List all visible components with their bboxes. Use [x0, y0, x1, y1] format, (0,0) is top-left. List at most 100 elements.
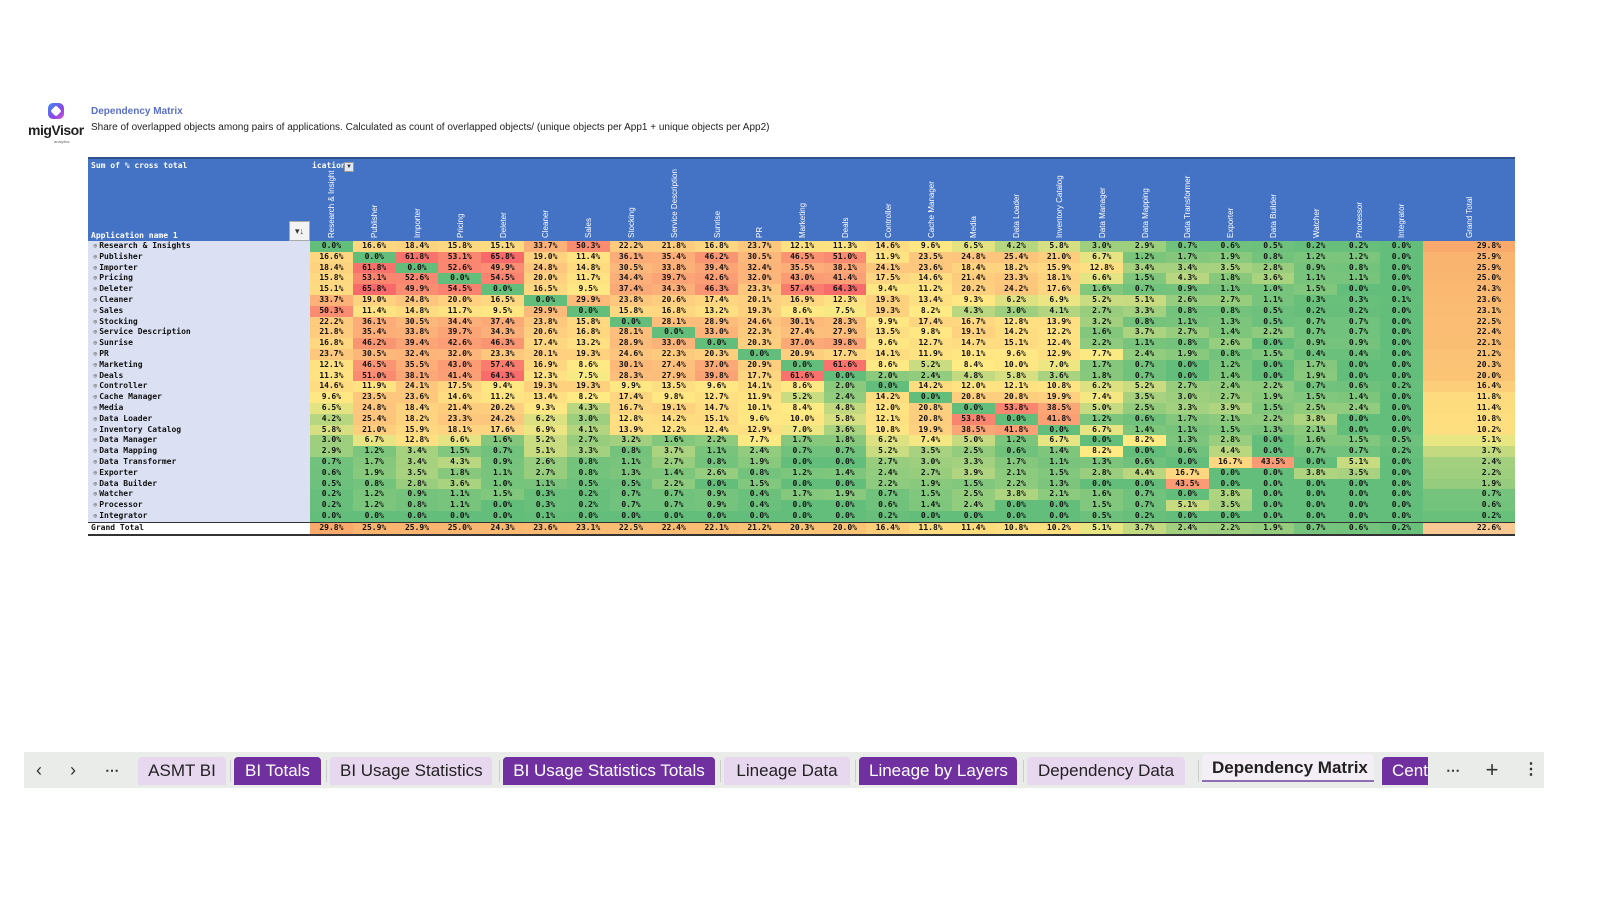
matrix-cell[interactable]: 17.5%	[866, 273, 910, 285]
matrix-cell[interactable]: 1.7%	[352, 456, 396, 468]
matrix-cell[interactable]: 2.8%	[1251, 262, 1295, 274]
matrix-cell[interactable]: 1.6%	[1080, 327, 1124, 339]
matrix-cell[interactable]: 2.7%	[652, 456, 696, 468]
matrix-cell[interactable]: 0.0%	[1251, 435, 1295, 447]
matrix-cell[interactable]: 1.7%	[780, 435, 824, 447]
matrix-cell[interactable]: 41.4%	[823, 273, 867, 285]
matrix-cell[interactable]: 1.3%	[1165, 435, 1209, 447]
matrix-cell[interactable]: 3.2%	[1080, 316, 1124, 328]
matrix-cell[interactable]: 0.9%	[1165, 284, 1209, 295]
matrix-cell[interactable]: 0.0%	[1294, 456, 1338, 468]
matrix-cell[interactable]: 5.8%	[310, 424, 353, 436]
matrix-cell[interactable]: 10.1%	[737, 402, 781, 414]
row-grand-total-cell[interactable]: 22.4%	[1422, 327, 1515, 339]
matrix-cell[interactable]: 39.4%	[395, 338, 439, 349]
matrix-cell[interactable]: 0.0%	[1379, 500, 1423, 511]
matrix-cell[interactable]: 0.0%	[1208, 467, 1252, 479]
matrix-cell[interactable]: 11.3%	[310, 370, 353, 382]
matrix-cell[interactable]: 4.3%	[438, 456, 482, 468]
matrix-cell[interactable]: 3.7%	[652, 446, 696, 457]
matrix-cell[interactable]: 0.2%	[1337, 241, 1380, 252]
row-label[interactable]: ⊕ Service Description	[88, 327, 310, 339]
matrix-cell[interactable]: 0.9%	[1294, 262, 1338, 274]
matrix-cell[interactable]: 4.3%	[1165, 273, 1209, 285]
matrix-cell[interactable]: 13.5%	[652, 381, 696, 393]
matrix-cell[interactable]: 0.0%	[1379, 489, 1423, 501]
matrix-cell[interactable]: 1.1%	[609, 456, 653, 468]
matrix-cell[interactable]: 0.0%	[1379, 478, 1423, 490]
matrix-cell[interactable]: 14.7%	[951, 338, 995, 349]
matrix-cell[interactable]: 3.5%	[1337, 467, 1380, 479]
matrix-cell[interactable]: 0.0%	[523, 294, 567, 306]
matrix-cell[interactable]: 1.6%	[652, 435, 696, 447]
matrix-cell[interactable]: 20.1%	[523, 348, 567, 360]
matrix-cell[interactable]: 0.2%	[1379, 381, 1423, 393]
expand-icon[interactable]: ⊕	[93, 469, 97, 477]
matrix-cell[interactable]: 0.0%	[994, 413, 1038, 425]
matrix-cell[interactable]: 3.4%	[395, 456, 439, 468]
matrix-cell[interactable]: 0.0%	[609, 316, 653, 328]
matrix-cell[interactable]: 0.7%	[780, 446, 824, 457]
matrix-cell[interactable]: 0.7%	[609, 489, 653, 501]
matrix-cell[interactable]: 0.8%	[1123, 316, 1166, 328]
matrix-cell[interactable]: 46.2%	[352, 338, 396, 349]
matrix-cell[interactable]: 33.7%	[523, 241, 567, 252]
column-header[interactable]: Watcher	[1311, 160, 1323, 239]
matrix-cell[interactable]: 14.2%	[994, 327, 1038, 339]
matrix-cell[interactable]: 0.0%	[780, 456, 824, 468]
matrix-cell[interactable]: 22.2%	[310, 316, 353, 328]
matrix-cell[interactable]: 19.1%	[652, 402, 696, 414]
matrix-cell[interactable]: 10.8%	[1037, 381, 1081, 393]
matrix-cell[interactable]: 0.0%	[481, 284, 524, 295]
matrix-cell[interactable]: 6.2%	[1080, 381, 1124, 393]
matrix-cell[interactable]: 38.5%	[951, 424, 995, 436]
matrix-cell[interactable]: 24.2%	[994, 284, 1038, 295]
matrix-cell[interactable]: 0.2%	[310, 500, 353, 511]
matrix-cell[interactable]: 53.1%	[352, 273, 396, 285]
matrix-cell[interactable]: 0.0%	[1251, 510, 1295, 523]
column-header[interactable]: Research & Insight	[326, 160, 338, 238]
matrix-cell[interactable]: 1.6%	[1294, 435, 1338, 447]
matrix-cell[interactable]: 1.1%	[438, 489, 482, 501]
matrix-cell[interactable]: 23.5%	[352, 392, 396, 403]
matrix-cell[interactable]: 0.6%	[1123, 456, 1166, 468]
matrix-cell[interactable]: 5.8%	[1037, 241, 1081, 252]
matrix-cell[interactable]: 0.7%	[1337, 446, 1380, 457]
matrix-cell[interactable]: 9.6%	[695, 381, 738, 393]
grand-total-cell[interactable]: 25.0%	[438, 521, 482, 536]
matrix-cell[interactable]: 15.1%	[994, 338, 1038, 349]
matrix-cell[interactable]: 1.3%	[1037, 478, 1081, 490]
matrix-cell[interactable]: 39.8%	[823, 338, 867, 349]
matrix-cell[interactable]: 1.2%	[1080, 413, 1124, 425]
matrix-cell[interactable]: 0.2%	[1379, 446, 1423, 457]
matrix-cell[interactable]: 11.9%	[909, 348, 952, 360]
grand-total-cell[interactable]: 21.2%	[737, 521, 781, 536]
matrix-cell[interactable]: 0.0%	[1337, 510, 1380, 523]
matrix-cell[interactable]: 23.7%	[310, 348, 353, 360]
grand-total-cell[interactable]: 3.7%	[1123, 521, 1166, 536]
matrix-cell[interactable]: 1.1%	[695, 446, 738, 457]
matrix-cell[interactable]: 3.5%	[909, 446, 952, 457]
row-label[interactable]: ⊕ Data Manager	[88, 435, 310, 447]
matrix-cell[interactable]: 0.1%	[523, 510, 567, 523]
matrix-cell[interactable]: 7.4%	[909, 435, 952, 447]
matrix-cell[interactable]: 0.7%	[1337, 327, 1380, 339]
matrix-cell[interactable]: 18.2%	[395, 413, 439, 425]
matrix-cell[interactable]: 49.9%	[395, 284, 439, 295]
sheet-tab[interactable]: Cent	[1382, 757, 1434, 785]
matrix-cell[interactable]: 0.0%	[994, 500, 1038, 511]
matrix-cell[interactable]: 30.5%	[737, 251, 781, 263]
matrix-cell[interactable]: 20.2%	[951, 284, 995, 295]
matrix-cell[interactable]: 0.0%	[652, 327, 696, 339]
matrix-cell[interactable]: 0.0%	[1165, 456, 1209, 468]
matrix-cell[interactable]: 0.8%	[1208, 305, 1252, 317]
matrix-cell[interactable]: 14.2%	[652, 413, 696, 425]
matrix-cell[interactable]: 14.6%	[310, 381, 353, 393]
matrix-cell[interactable]: 9.6%	[737, 413, 781, 425]
matrix-cell[interactable]: 0.7%	[310, 456, 353, 468]
matrix-cell[interactable]: 0.7%	[1294, 316, 1338, 328]
overflow-ellipsis-icon[interactable]: ⋯	[1438, 758, 1468, 782]
grand-total-cell[interactable]: 0.7%	[1294, 521, 1338, 536]
row-grand-total-cell[interactable]: 0.7%	[1422, 489, 1515, 501]
chevron-right-icon[interactable]: ›	[58, 758, 88, 782]
